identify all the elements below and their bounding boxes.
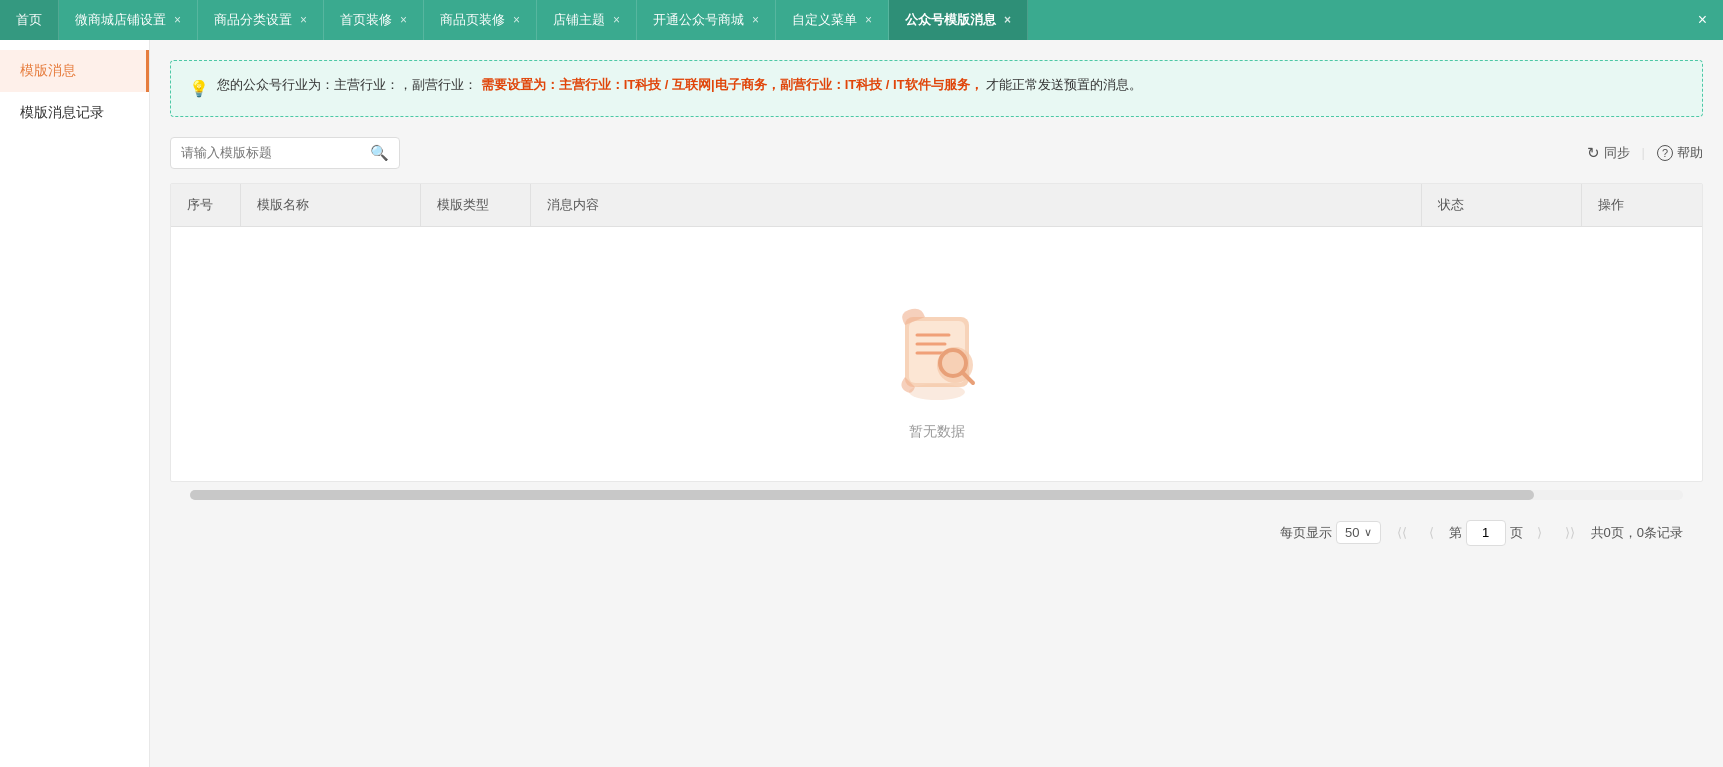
tab-product-decor[interactable]: 商品页装修 × — [424, 0, 537, 40]
tab-product-category[interactable]: 商品分类设置 × — [198, 0, 324, 40]
page-nav: ⟨⟨ ⟨ 第 页 ⟩ ⟩⟩ — [1389, 520, 1583, 546]
sidebar-item-template-msg[interactable]: 模版消息 — [0, 50, 149, 92]
chevron-down-icon: ∨ — [1364, 526, 1372, 539]
empty-state: 暂无数据 — [171, 227, 1702, 481]
first-page-button[interactable]: ⟨⟨ — [1389, 520, 1415, 546]
sync-label: 同步 — [1604, 144, 1630, 162]
col-name: 模版名称 — [241, 184, 421, 226]
search-input[interactable] — [181, 145, 364, 160]
tab-home-decor-close[interactable]: × — [400, 13, 407, 27]
notice-prefix: 您的公众号行业为：主营行业：，副营行业： — [217, 77, 477, 92]
pagination: 每页显示 50 ∨ ⟨⟨ ⟨ 第 页 ⟩ ⟩⟩ 共0页，0条记录 — [170, 508, 1703, 558]
search-icon[interactable]: 🔍 — [370, 144, 389, 162]
tab-home-decor-label: 首页装修 — [340, 11, 392, 29]
tab-home-label: 首页 — [16, 11, 42, 29]
scrollbar-thumb[interactable] — [190, 490, 1534, 500]
empty-text: 暂无数据 — [909, 423, 965, 441]
notice-box: 💡 您的公众号行业为：主营行业：，副营行业： 需要设置为：主营行业：IT科技 /… — [170, 60, 1703, 117]
content-area: 💡 您的公众号行业为：主营行业：，副营行业： 需要设置为：主营行业：IT科技 /… — [150, 40, 1723, 767]
help-icon: ? — [1657, 145, 1673, 161]
tab-template-msg-close[interactable]: × — [1004, 13, 1011, 27]
tab-product-category-label: 商品分类设置 — [214, 11, 292, 29]
tab-open-shop-close[interactable]: × — [752, 13, 759, 27]
col-status: 状态 — [1422, 184, 1582, 226]
toolbar-right: ↻ 同步 | ? 帮助 — [1587, 144, 1703, 162]
tab-product-decor-close[interactable]: × — [513, 13, 520, 27]
tab-micro-shop[interactable]: 微商城店铺设置 × — [59, 0, 198, 40]
tab-template-msg[interactable]: 公众号模版消息 × — [889, 0, 1028, 40]
empty-illustration — [877, 287, 997, 407]
sidebar-item-template-msg-log[interactable]: 模版消息记录 — [0, 92, 149, 134]
sync-icon: ↻ — [1587, 144, 1600, 162]
notice-suffix: 才能正常发送预置的消息。 — [986, 77, 1142, 92]
tab-bar: 首页 微商城店铺设置 × 商品分类设置 × 首页装修 × 商品页装修 × 店铺主… — [0, 0, 1723, 40]
sync-button[interactable]: ↻ 同步 — [1587, 144, 1630, 162]
col-index: 序号 — [171, 184, 241, 226]
tab-custom-menu[interactable]: 自定义菜单 × — [776, 0, 889, 40]
tab-micro-shop-label: 微商城店铺设置 — [75, 11, 166, 29]
tab-home[interactable]: 首页 — [0, 0, 59, 40]
data-table: 序号 模版名称 模版类型 消息内容 状态 操作 — [170, 183, 1703, 482]
last-page-button[interactable]: ⟩⟩ — [1557, 520, 1583, 546]
table-header: 序号 模版名称 模版类型 消息内容 状态 操作 — [171, 184, 1702, 227]
main-layout: 模版消息 模版消息记录 💡 您的公众号行业为：主营行业：，副营行业： 需要设置为… — [0, 40, 1723, 767]
tab-template-msg-label: 公众号模版消息 — [905, 11, 996, 29]
page-label-before: 第 — [1449, 524, 1462, 542]
current-page-input[interactable] — [1466, 520, 1506, 546]
tab-bar-close-all[interactable]: × — [1682, 11, 1723, 29]
page-size-value: 50 — [1345, 525, 1359, 540]
sidebar: 模版消息 模版消息记录 — [0, 40, 150, 767]
page-size-select: 每页显示 50 ∨ — [1280, 521, 1380, 544]
tab-product-decor-label: 商品页装修 — [440, 11, 505, 29]
tab-micro-shop-close[interactable]: × — [174, 13, 181, 27]
tab-home-decor[interactable]: 首页装修 × — [324, 0, 424, 40]
notice-highlight: 需要设置为：主营行业：IT科技 / 互联网|电子商务，副营行业：IT科技 / I… — [481, 77, 983, 92]
col-content: 消息内容 — [531, 184, 1422, 226]
tab-custom-menu-close[interactable]: × — [865, 13, 872, 27]
col-action: 操作 — [1582, 184, 1702, 226]
tab-shop-theme-label: 店铺主题 — [553, 11, 605, 29]
tab-product-category-close[interactable]: × — [300, 13, 307, 27]
page-size-dropdown[interactable]: 50 ∨ — [1336, 521, 1380, 544]
search-input-wrap[interactable]: 🔍 — [170, 137, 400, 169]
help-button[interactable]: ? 帮助 — [1657, 144, 1703, 162]
tab-custom-menu-label: 自定义菜单 — [792, 11, 857, 29]
tab-shop-theme-close[interactable]: × — [613, 13, 620, 27]
page-label-after: 页 — [1510, 524, 1523, 542]
tab-shop-theme[interactable]: 店铺主题 × — [537, 0, 637, 40]
col-type: 模版类型 — [421, 184, 531, 226]
page-total: 共0页，0条记录 — [1591, 524, 1683, 542]
next-page-button[interactable]: ⟩ — [1527, 520, 1553, 546]
prev-page-button[interactable]: ⟨ — [1419, 520, 1445, 546]
tab-open-shop-label: 开通公众号商城 — [653, 11, 744, 29]
page-size-label: 每页显示 — [1280, 524, 1332, 542]
toolbar-divider: | — [1642, 145, 1645, 160]
horizontal-scrollbar[interactable] — [190, 490, 1683, 500]
help-label: 帮助 — [1677, 144, 1703, 162]
search-row: 🔍 ↻ 同步 | ? 帮助 — [170, 137, 1703, 169]
tab-open-shop[interactable]: 开通公众号商城 × — [637, 0, 776, 40]
notice-icon: 💡 — [189, 76, 209, 102]
